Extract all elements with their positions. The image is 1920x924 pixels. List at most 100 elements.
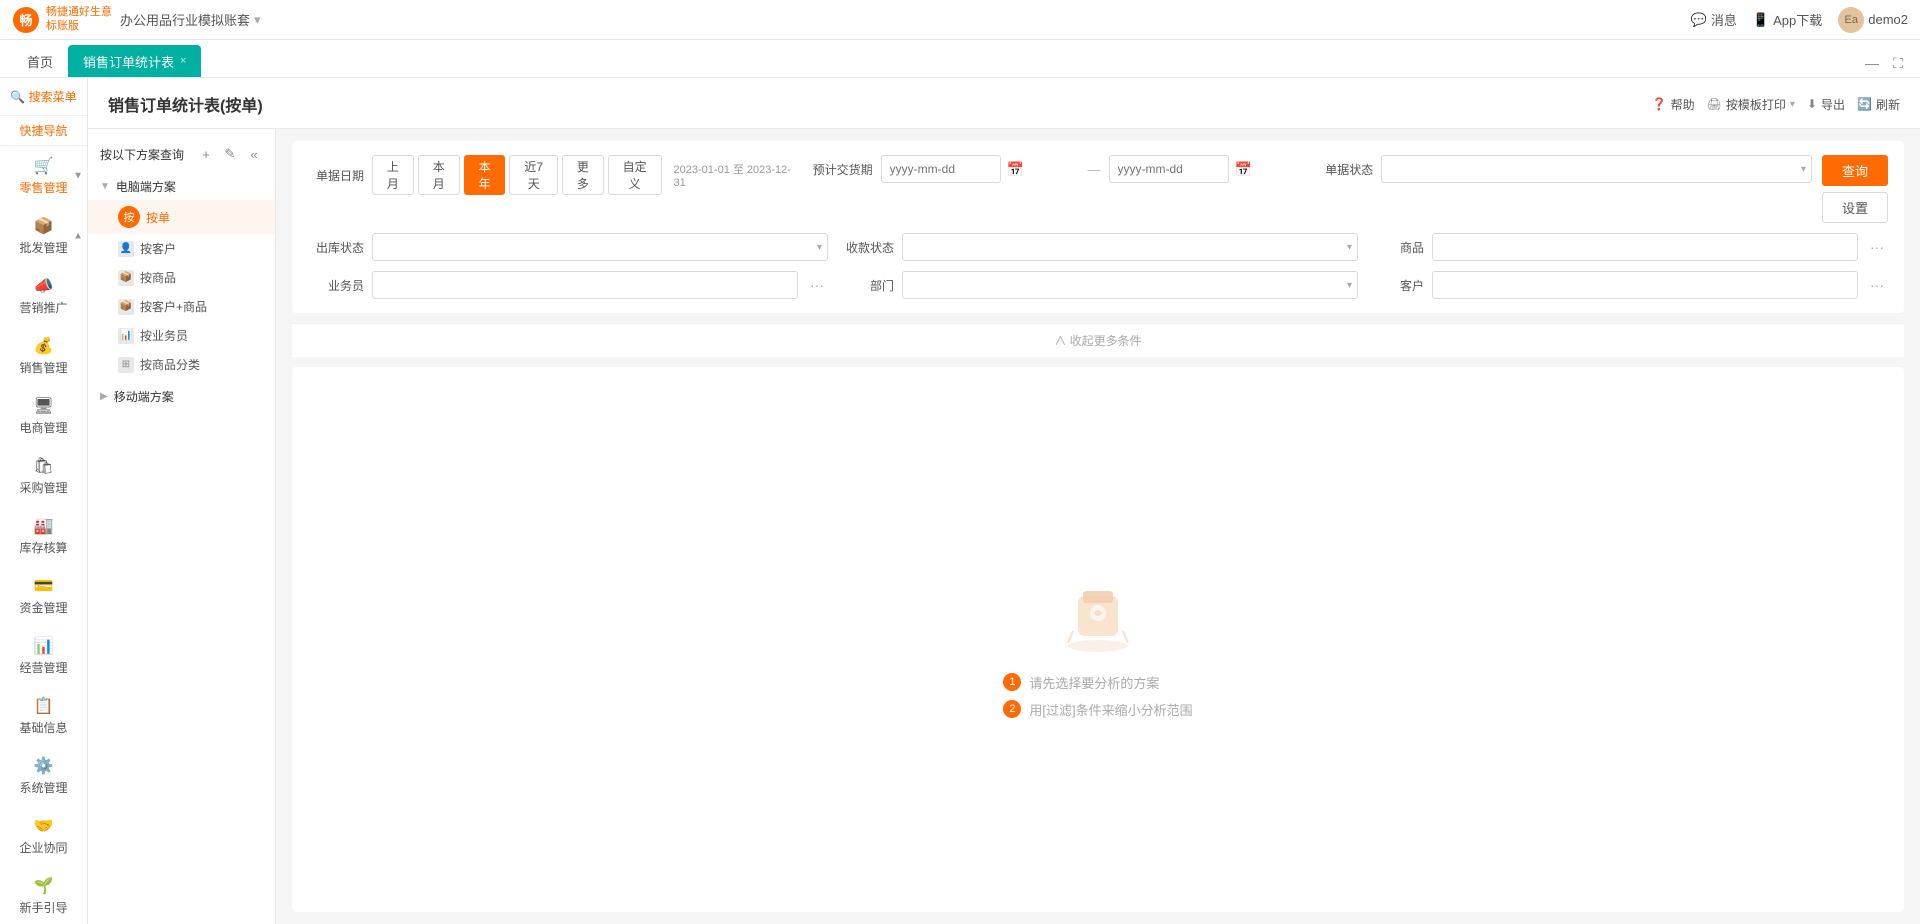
ship-status-label: 出库状态 (308, 239, 364, 256)
scheme-item-0[interactable]: 按 按单 (88, 200, 275, 234)
query-btn[interactable]: 查询 (1822, 155, 1888, 186)
salesperson-input[interactable] (372, 271, 798, 299)
tip-label-1: 请先选择要分析的方案 (1029, 673, 1159, 692)
sidebar-item-operation[interactable]: 📊 经营管理 (0, 626, 87, 686)
empty-tip-1: 1 请先选择要分析的方案 (1003, 673, 1192, 692)
bill-status-label: 单据状态 (1317, 161, 1373, 178)
date-btn-last-month[interactable]: 上月 (372, 155, 414, 195)
sidebar-item-basic[interactable]: 📋 基础信息 (0, 686, 87, 746)
sidebar-search[interactable]: 🔍 搜索菜单 (0, 78, 87, 116)
scheme-icon-4: 📊 (118, 328, 134, 344)
sidebar-item-retail[interactable]: 🛒 零售管理 ▼ (0, 146, 87, 206)
scheme-item-1[interactable]: 👤 按客户 (88, 234, 275, 263)
filter-section: 单据日期 上月 本月 本年 近7天 更多 自定义 2023-01-01 至 20… (292, 141, 1904, 313)
setting-btn[interactable]: 设置 (1822, 192, 1888, 223)
sidebar-item-sales[interactable]: 💰 销售管理 (0, 326, 87, 386)
date-to-icon[interactable]: 📅 (1235, 161, 1252, 178)
date-to-input[interactable] (1109, 155, 1229, 183)
message-icon: 💬 (1691, 12, 1707, 28)
sidebar-item-inventory[interactable]: 🏭 库存核算 (0, 506, 87, 566)
salesperson-dots[interactable]: ··· (806, 277, 828, 293)
print-icon: 🖨 (1707, 97, 1722, 111)
scheme-label-2: 按商品 (140, 269, 176, 286)
date-btn-this-year[interactable]: 本年 (464, 155, 506, 195)
mobile-section-header[interactable]: ▶ 移动端方案 (88, 383, 275, 410)
message-action[interactable]: 💬 消息 (1691, 10, 1737, 29)
print-btn[interactable]: 🖨 按模板打印 ▾ (1707, 96, 1795, 113)
enterprise-icon: 🤝 (34, 816, 54, 836)
dept-select[interactable] (902, 271, 1358, 299)
sidebar-item-newbie[interactable]: 🌱 新手引导 (0, 866, 87, 924)
sidebar-item-ecommerce[interactable]: 🖥 电商管理 (0, 386, 87, 446)
top-bar: 畅 畅捷通好生意标账版 办公用品行业模拟账套 ▾ 💬 消息 📱 App下载 Ea… (0, 0, 1920, 40)
sales-label: 销售管理 (19, 359, 67, 376)
edit-scheme-btn[interactable]: ✎ (221, 145, 239, 163)
sidebar-quick-nav[interactable]: 快捷导航 (0, 116, 87, 146)
ship-status-select[interactable] (372, 233, 828, 261)
date-btn-7days[interactable]: 近7天 (509, 155, 557, 195)
sidebar-item-enterprise[interactable]: 🤝 企业协同 (0, 806, 87, 866)
help-icon: ❓ (1652, 97, 1667, 111)
scheme-icon-2: 📦 (118, 270, 134, 286)
app-download-action[interactable]: 📱 App下载 (1753, 10, 1822, 29)
page-header-actions: ❓ 帮助 🖨 按模板打印 ▾ ⬇ 导出 🔄 刷新 (1652, 96, 1900, 125)
inner-layout: 按以下方案查询 + ✎ « ▼ 电脑端方案 按 按单 (88, 129, 1920, 924)
tab-active[interactable]: 销售订单统计表 × (68, 45, 201, 77)
tab-maximize-btn[interactable]: ⛶ (1888, 53, 1908, 73)
collapse-panel-btn[interactable]: « (245, 145, 263, 163)
purchase-icon: 🛍 (33, 456, 53, 476)
sidebar-item-wholesale[interactable]: 📦 批发管理 ▲ (0, 206, 87, 266)
scheme-item-3[interactable]: 📦 按客户+商品 (88, 292, 275, 321)
tab-home[interactable]: 首页 (12, 45, 68, 77)
date-btn-this-month[interactable]: 本月 (418, 155, 460, 195)
scheme-label-3: 按客户+商品 (140, 298, 207, 315)
date-from-icon[interactable]: 📅 (1007, 161, 1024, 178)
export-label: 导出 (1821, 96, 1845, 113)
scheme-item-2[interactable]: 📦 按商品 (88, 263, 275, 292)
refresh-btn[interactable]: 🔄 刷新 (1857, 96, 1900, 113)
left-panel: 按以下方案查询 + ✎ « ▼ 电脑端方案 按 按单 (88, 129, 276, 924)
pc-section-header[interactable]: ▼ 电脑端方案 (88, 173, 275, 200)
action-btns: 查询 设置 (1822, 155, 1888, 223)
scheme-icon-3: 📦 (118, 299, 134, 315)
sidebar-item-purchase[interactable]: 🛍 采购管理 (0, 446, 87, 506)
empty-tip-2: 2 用[过滤]条件来缩小分析范围 (1003, 700, 1192, 719)
product-input[interactable] (1432, 233, 1858, 261)
ecommerce-label: 电商管理 (19, 419, 67, 436)
help-btn[interactable]: ❓ 帮助 (1652, 96, 1695, 113)
left-panel-header: 按以下方案查询 + ✎ « (88, 139, 275, 169)
date-from-wrapper: 📅 (881, 155, 1080, 183)
sidebar-item-marketing[interactable]: 📣 营销推广 (0, 266, 87, 326)
date-from-input[interactable] (881, 155, 1001, 183)
receipt-status-label: 收款状态 (838, 239, 894, 256)
dept-select-wrapper: ▾ (902, 271, 1358, 299)
tab-minimize-btn[interactable]: — (1862, 53, 1882, 73)
date-btn-more[interactable]: 更多 (562, 155, 604, 195)
collapse-bar[interactable]: ∧ 收起更多条件 (292, 323, 1904, 357)
dropdown-arrow-icon[interactable]: ▾ (254, 12, 261, 28)
enterprise-label: 企业协同 (19, 839, 67, 856)
add-scheme-btn[interactable]: + (197, 145, 215, 163)
receipt-status-select[interactable] (902, 233, 1358, 261)
customer-dots[interactable]: ··· (1866, 277, 1888, 293)
product-label: 商品 (1368, 239, 1424, 256)
tab-close-btn[interactable]: × (180, 55, 186, 67)
pc-section-label: 电脑端方案 (116, 178, 176, 195)
mobile-section-label: 移动端方案 (114, 388, 174, 405)
bill-status-select[interactable] (1381, 155, 1812, 183)
export-btn[interactable]: ⬇ 导出 (1807, 96, 1845, 113)
product-dots[interactable]: ··· (1866, 239, 1888, 255)
sidebar-item-finance[interactable]: 💳 资金管理 (0, 566, 87, 626)
customer-input[interactable] (1432, 271, 1858, 299)
avatar: Ea (1838, 7, 1864, 33)
date-btn-custom[interactable]: 自定义 (608, 155, 662, 195)
scheme-item-4[interactable]: 📊 按业务员 (88, 321, 275, 350)
svg-text:畅: 畅 (19, 13, 32, 28)
scheme-item-5[interactable]: ⊞ 按商品分类 (88, 350, 275, 379)
receipt-status-select-wrapper: ▾ (902, 233, 1358, 261)
right-panel: 单据日期 上月 本月 本年 近7天 更多 自定义 2023-01-01 至 20… (276, 129, 1920, 924)
empty-tips: 1 请先选择要分析的方案 2 用[过滤]条件来缩小分析范围 (1003, 673, 1192, 719)
marketing-label: 营销推广 (19, 299, 67, 316)
user-action[interactable]: Ea demo2 (1838, 7, 1908, 33)
sidebar-item-system[interactable]: ⚙️ 系统管理 (0, 746, 87, 806)
